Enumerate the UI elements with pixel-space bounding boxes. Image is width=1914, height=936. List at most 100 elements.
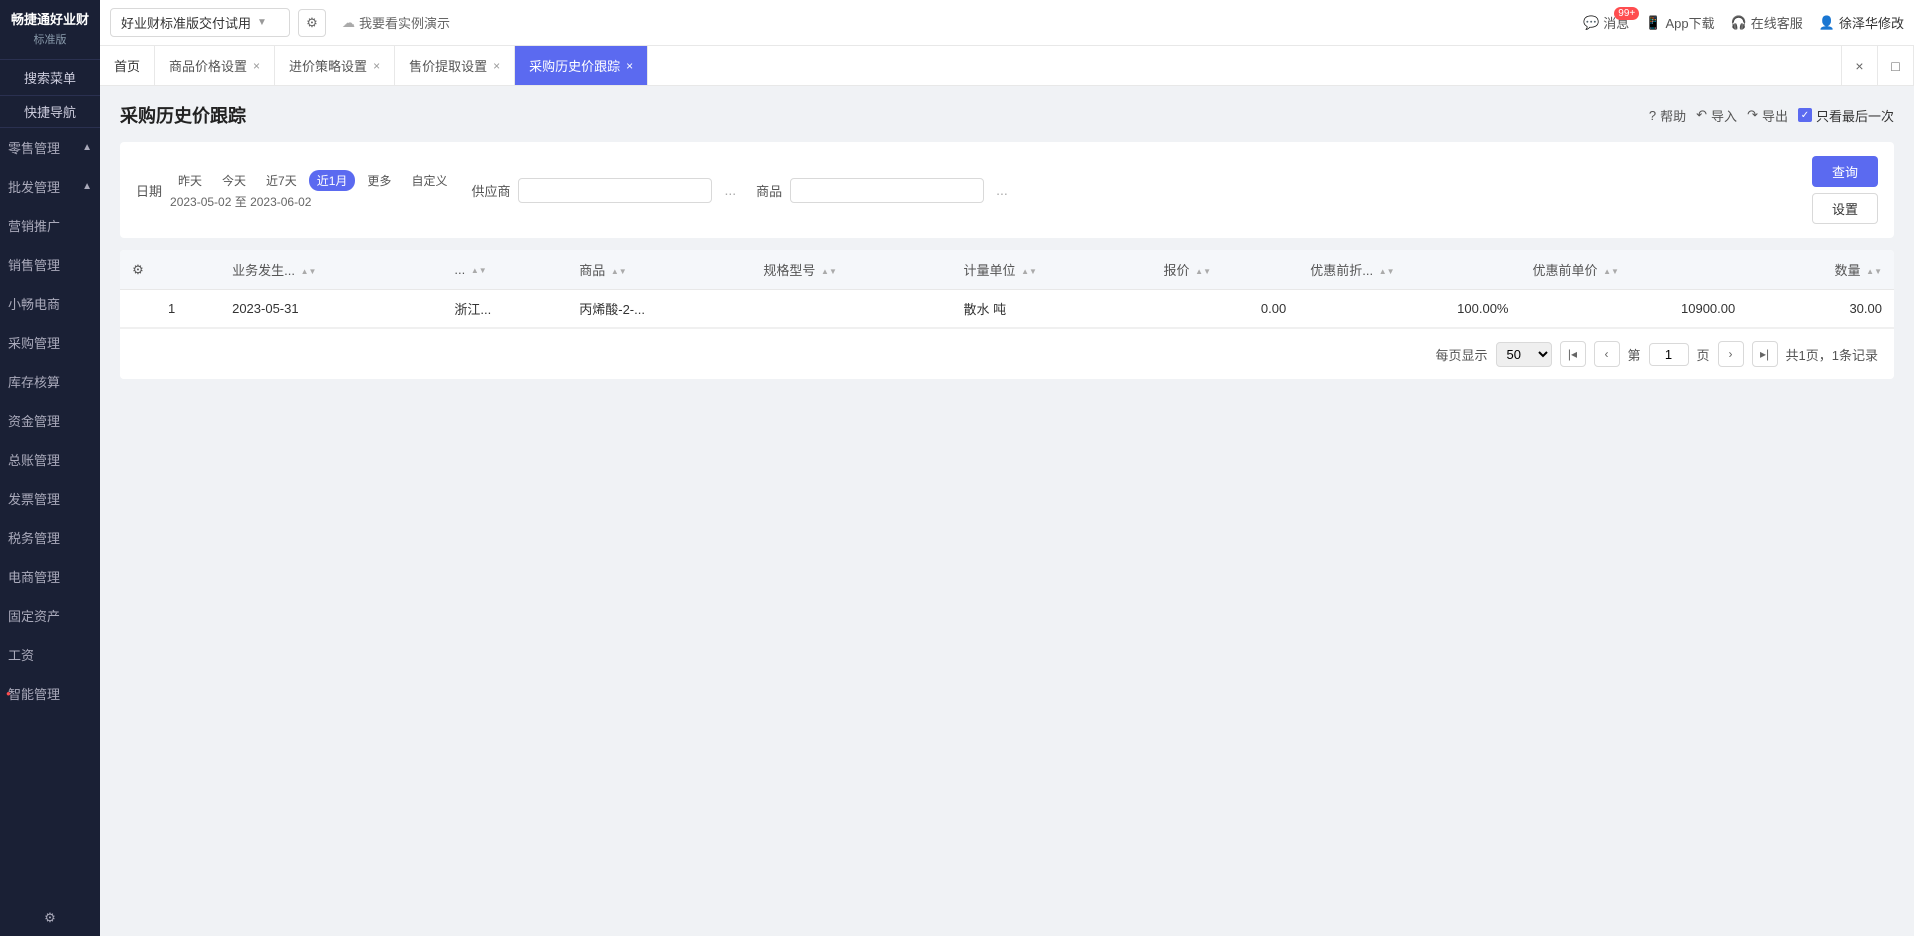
sidebar-item-wholesale[interactable]: 批发管理 ▲ <box>0 167 100 206</box>
sort-arrows-pre-discount: ▲▼ <box>1603 268 1619 276</box>
tab-purchase-strategy-close[interactable]: × <box>373 59 380 73</box>
sidebar-item-ecommerce[interactable]: 电商管理 <box>0 557 100 596</box>
th-goods[interactable]: 商品 ▲▼ <box>567 250 751 290</box>
th-quantity[interactable]: 数量 ▲▼ <box>1747 250 1894 290</box>
table-header: ⚙ 业务发生... ▲▼ ... ▲▼ 商品 ▲▼ <box>120 250 1894 290</box>
tab-expand-button[interactable]: □ <box>1878 46 1914 86</box>
tab-history-price-close[interactable]: × <box>626 59 633 73</box>
th-price-label: 报价 <box>1164 263 1190 278</box>
th-unit[interactable]: 计量单位 ▲▼ <box>951 250 1151 290</box>
sidebar-item-retail-label: 零售管理 <box>8 138 60 157</box>
only-last-checkbox-box: ✓ <box>1798 108 1812 122</box>
sidebar-item-finance[interactable]: 资金管理 <box>0 401 100 440</box>
export-button[interactable]: ↷ 导出 <box>1747 106 1788 125</box>
th-gear[interactable]: ⚙ <box>120 250 156 290</box>
date-opt-yesterday[interactable]: 昨天 <box>170 170 210 191</box>
th-supplier-dots[interactable]: ... ▲▼ <box>442 250 567 290</box>
td-unit: 散水 吨 <box>951 290 1151 328</box>
td-spec <box>751 290 951 328</box>
sidebar-quick-nav[interactable]: 快捷导航 <box>0 96 100 128</box>
first-page-button[interactable]: |◂ <box>1560 341 1586 367</box>
th-date[interactable]: 业务发生... ▲▼ <box>220 250 442 290</box>
filter-supplier: 供应商 ... <box>471 178 740 203</box>
date-opt-custom[interactable]: 自定义 <box>403 170 455 191</box>
tab-sale-price-close[interactable]: × <box>493 59 500 73</box>
tab-history-price[interactable]: 采购历史价跟踪 × <box>515 46 648 86</box>
sidebar-item-wholesale-arrow: ▲ <box>82 181 92 192</box>
filter-buttons: 查询 设置 <box>1812 156 1878 224</box>
sort-arrows-quantity: ▲▼ <box>1866 268 1882 276</box>
help-button[interactable]: ? 帮助 <box>1649 106 1686 125</box>
page-input[interactable] <box>1649 343 1689 366</box>
demo-label: 我要看实例演示 <box>359 13 450 32</box>
prev-page-button[interactable]: ‹ <box>1594 341 1620 367</box>
sidebar-item-invoice[interactable]: 发票管理 <box>0 479 100 518</box>
import-label: 导入 <box>1711 106 1737 125</box>
sidebar-item-tax[interactable]: 税务管理 <box>0 518 100 557</box>
sidebar-item-assets[interactable]: 固定资产 <box>0 596 100 635</box>
demo-button[interactable]: ☁ 我要看实例演示 <box>342 13 450 32</box>
sidebar-search[interactable]: 搜索菜单 <box>0 60 100 96</box>
sidebar-item-salary[interactable]: 工资 <box>0 635 100 674</box>
td-quantity: 30.00 <box>1747 290 1894 328</box>
tab-price-close[interactable]: × <box>253 59 260 73</box>
tab-price-label: 商品价格设置 <box>169 56 247 75</box>
sidebar-item-smart[interactable]: 智能管理 <box>0 674 100 713</box>
date-opt-more[interactable]: 更多 <box>359 170 399 191</box>
per-page-select[interactable]: 50 20 100 <box>1496 342 1552 367</box>
th-price[interactable]: 报价 ▲▼ <box>1152 250 1299 290</box>
online-service-button[interactable]: 🎧 在线客服 <box>1731 13 1803 32</box>
tab-purchase-strategy-label: 进价策略设置 <box>289 56 367 75</box>
per-page-label: 每页显示 <box>1435 345 1487 364</box>
supplier-input[interactable] <box>518 178 712 203</box>
sidebar-item-sales[interactable]: 销售管理 <box>0 245 100 284</box>
sidebar-item-ecommerce-small[interactable]: 小畅电商 <box>0 284 100 323</box>
page-content: 采购历史价跟踪 ? 帮助 ↶ 导入 ↷ 导出 ✓ 只 <box>100 86 1914 936</box>
tab-home[interactable]: 首页 <box>100 46 155 86</box>
tab-close-window-button[interactable]: × <box>1842 46 1878 86</box>
sidebar-gear-button[interactable]: ⚙ <box>0 900 100 936</box>
sidebar-item-ledger[interactable]: 总账管理 <box>0 440 100 479</box>
topbar: 好业财标准版交付试用 ▼ ⚙ ☁ 我要看实例演示 💬 消息 99+ 📱 App下… <box>100 0 1914 46</box>
filter-settings-button[interactable]: 设置 <box>1812 193 1878 224</box>
next-page-button[interactable]: › <box>1718 341 1744 367</box>
th-discount[interactable]: 优惠前折... ▲▼ <box>1298 250 1520 290</box>
th-pre-discount-price-label: 优惠前单价 <box>1533 263 1598 278</box>
help-label: 帮助 <box>1660 106 1686 125</box>
version-selector[interactable]: 好业财标准版交付试用 ▼ <box>110 8 290 37</box>
message-button[interactable]: 💬 消息 99+ <box>1583 13 1629 32</box>
user-icon: 👤 <box>1819 15 1835 31</box>
th-spec[interactable]: 规格型号 ▲▼ <box>751 250 951 290</box>
sidebar-item-finance-label: 资金管理 <box>8 411 60 430</box>
date-opt-1month[interactable]: 近1月 <box>309 170 356 191</box>
sidebar: 畅捷通好业财 标准版 搜索菜单 快捷导航 零售管理 ▲ 批发管理 ▲ 营销推广 … <box>0 0 100 936</box>
tab-price[interactable]: 商品价格设置 × <box>155 46 275 86</box>
goods-input[interactable] <box>790 178 984 203</box>
th-pre-discount-price[interactable]: 优惠前单价 ▲▼ <box>1521 250 1748 290</box>
topbar-settings-button[interactable]: ⚙ <box>298 9 326 37</box>
user-button[interactable]: 👤 徐泽华修改 <box>1819 13 1904 32</box>
last-page-icon: ▸| <box>1760 347 1769 361</box>
sidebar-item-retail[interactable]: 零售管理 ▲ <box>0 128 100 167</box>
message-badge: 99+ <box>1614 7 1639 20</box>
tab-sale-price[interactable]: 售价提取设置 × <box>395 46 515 86</box>
topbar-right: 💬 消息 99+ 📱 App下载 🎧 在线客服 👤 徐泽华修改 <box>1583 13 1904 32</box>
date-opt-today[interactable]: 今天 <box>214 170 254 191</box>
query-button[interactable]: 查询 <box>1812 156 1878 187</box>
sidebar-item-inventory[interactable]: 库存核算 <box>0 362 100 401</box>
sidebar-item-purchase[interactable]: 采购管理 <box>0 323 100 362</box>
td-gear <box>120 290 156 328</box>
sidebar-item-ledger-label: 总账管理 <box>8 450 60 469</box>
export-icon: ↷ <box>1747 107 1758 123</box>
supplier-dots[interactable]: ... <box>720 180 740 200</box>
tab-purchase-strategy[interactable]: 进价策略设置 × <box>275 46 395 86</box>
main-area: 好业财标准版交付试用 ▼ ⚙ ☁ 我要看实例演示 💬 消息 99+ 📱 App下… <box>100 0 1914 936</box>
date-opt-7days[interactable]: 近7天 <box>258 170 305 191</box>
sidebar-item-marketing-label: 营销推广 <box>8 216 60 235</box>
sidebar-item-marketing[interactable]: 营销推广 <box>0 206 100 245</box>
goods-dots[interactable]: ... <box>992 180 1012 200</box>
only-last-checkbox[interactable]: ✓ 只看最后一次 <box>1798 106 1894 125</box>
app-download-button[interactable]: 📱 App下载 <box>1645 13 1714 32</box>
import-button[interactable]: ↶ 导入 <box>1696 106 1737 125</box>
last-page-button[interactable]: ▸| <box>1752 341 1778 367</box>
